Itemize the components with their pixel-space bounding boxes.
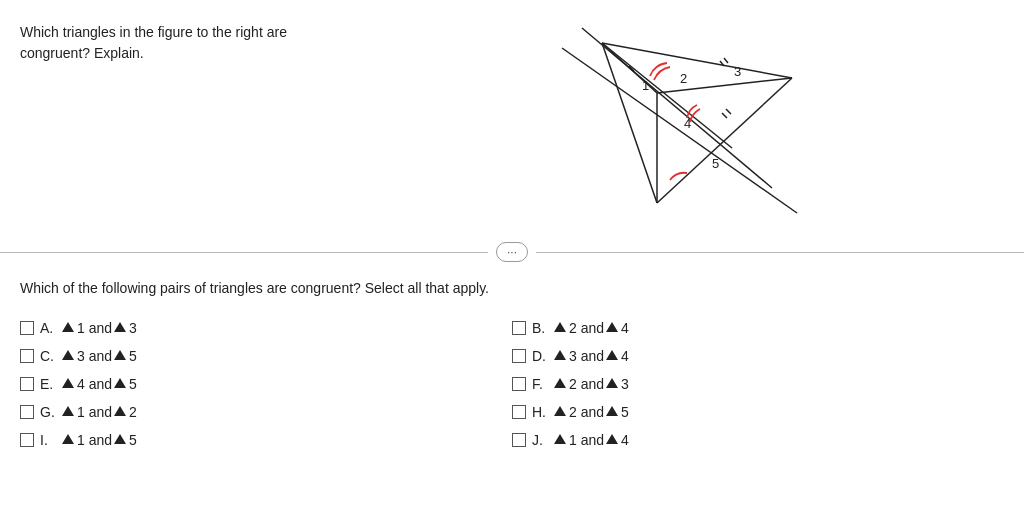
triangle-icon-G2 — [114, 406, 126, 416]
triangle-icon-H1 — [554, 406, 566, 416]
instruction-text: Which of the following pairs of triangle… — [20, 280, 1004, 296]
divider-row: ··· — [0, 242, 1024, 262]
label-D: D. 3 and 4 — [532, 348, 629, 364]
letter-D: D. — [532, 348, 550, 364]
options-right-column: B. 2 and 4 D. 3 and 4 F. — [512, 314, 1004, 454]
option-row-E: E. 4 and 5 — [20, 370, 512, 398]
triangle-icon-E2 — [114, 378, 126, 388]
top-section: Which triangles in the figure to the rig… — [0, 0, 1024, 238]
label-F: F. 2 and 3 — [532, 376, 629, 392]
checkbox-I[interactable] — [20, 433, 34, 447]
label-E: E. 4 and 5 — [40, 376, 137, 392]
tri-text-I: 1 and 5 — [62, 432, 137, 448]
option-row-D: D. 3 and 4 — [512, 342, 1004, 370]
triangle-icon-E1 — [62, 378, 74, 388]
option-row-H: H. 2 and 5 — [512, 398, 1004, 426]
label-G: G. 1 and 2 — [40, 404, 137, 420]
options-left-column: A. 1 and 3 C. 3 and 5 E. — [20, 314, 512, 454]
tri-text-D: 3 and 4 — [554, 348, 629, 364]
letter-B: B. — [532, 320, 550, 336]
option-row-J: J. 1 and 4 — [512, 426, 1004, 454]
checkbox-A[interactable] — [20, 321, 34, 335]
svg-line-5 — [602, 43, 732, 148]
checkbox-J[interactable] — [512, 433, 526, 447]
option-row-G: G. 1 and 2 — [20, 398, 512, 426]
tri-text-F: 2 and 3 — [554, 376, 629, 392]
letter-J: J. — [532, 432, 550, 448]
question-text: Which triangles in the figure to the rig… — [20, 18, 300, 228]
label-J: J. 1 and 4 — [532, 432, 629, 448]
checkbox-E[interactable] — [20, 377, 34, 391]
svg-line-6 — [657, 78, 792, 93]
label-I: I. 1 and 5 — [40, 432, 137, 448]
triangle-icon-B1 — [554, 322, 566, 332]
triangle-icon-D1 — [554, 350, 566, 360]
option-row-A: A. 1 and 3 — [20, 314, 512, 342]
option-row-B: B. 2 and 4 — [512, 314, 1004, 342]
svg-line-2 — [602, 43, 792, 78]
option-row-C: C. 3 and 5 — [20, 342, 512, 370]
letter-H: H. — [532, 404, 550, 420]
svg-text:5: 5 — [712, 156, 719, 171]
tri-text-A: 1 and 3 — [62, 320, 137, 336]
question-label: Which triangles in the figure to the rig… — [20, 24, 287, 61]
svg-text:4: 4 — [684, 116, 691, 131]
triangle-icon-D2 — [606, 350, 618, 360]
option-row-F: F. 2 and 3 — [512, 370, 1004, 398]
letter-I: I. — [40, 432, 58, 448]
checkbox-D[interactable] — [512, 349, 526, 363]
svg-line-4 — [657, 78, 792, 203]
divider-line-right — [536, 252, 1024, 253]
triangle-icon-J2 — [606, 434, 618, 444]
bottom-section: Which of the following pairs of triangle… — [0, 266, 1024, 464]
tri-text-E: 4 and 5 — [62, 376, 137, 392]
letter-F: F. — [532, 376, 550, 392]
letter-G: G. — [40, 404, 58, 420]
svg-line-13 — [726, 109, 731, 114]
checkbox-G[interactable] — [20, 405, 34, 419]
triangle-icon-J1 — [554, 434, 566, 444]
triangle-icon-I2 — [114, 434, 126, 444]
svg-line-10 — [724, 58, 728, 63]
divider-line-left — [0, 252, 488, 253]
triangle-icon-G1 — [62, 406, 74, 416]
checkbox-F[interactable] — [512, 377, 526, 391]
divider-dots: ··· — [496, 242, 528, 262]
svg-text:2: 2 — [680, 71, 687, 86]
letter-A: A. — [40, 320, 58, 336]
label-B: B. 2 and 4 — [532, 320, 629, 336]
tri-text-C: 3 and 5 — [62, 348, 137, 364]
triangle-icon-C1 — [62, 350, 74, 360]
tri-text-H: 2 and 5 — [554, 404, 629, 420]
tri-text-J: 1 and 4 — [554, 432, 629, 448]
triangle-icon-B2 — [606, 322, 618, 332]
tri-text-B: 2 and 4 — [554, 320, 629, 336]
triangle-icon-F2 — [606, 378, 618, 388]
triangle-icon-C2 — [114, 350, 126, 360]
label-C: C. 3 and 5 — [40, 348, 137, 364]
tri-text-G: 1 and 2 — [62, 404, 137, 420]
svg-text:3: 3 — [734, 64, 741, 79]
option-row-I: I. 1 and 5 — [20, 426, 512, 454]
checkbox-B[interactable] — [512, 321, 526, 335]
options-grid: A. 1 and 3 C. 3 and 5 E. — [20, 314, 1004, 454]
triangle-icon-H2 — [606, 406, 618, 416]
triangle-icon-A1 — [62, 322, 74, 332]
triangle-icon-F1 — [554, 378, 566, 388]
label-A: A. 1 and 3 — [40, 320, 137, 336]
triangle-icon-I1 — [62, 434, 74, 444]
svg-text:1: 1 — [642, 78, 649, 93]
checkbox-C[interactable] — [20, 349, 34, 363]
letter-E: E. — [40, 376, 58, 392]
svg-line-12 — [722, 113, 727, 118]
figure-area: 1 2 3 4 5 — [320, 18, 1004, 228]
svg-line-0 — [582, 28, 772, 188]
label-H: H. 2 and 5 — [532, 404, 629, 420]
geometry-figure: 1 2 3 4 5 — [502, 18, 822, 228]
triangle-icon-A2 — [114, 322, 126, 332]
letter-C: C. — [40, 348, 58, 364]
checkbox-H[interactable] — [512, 405, 526, 419]
